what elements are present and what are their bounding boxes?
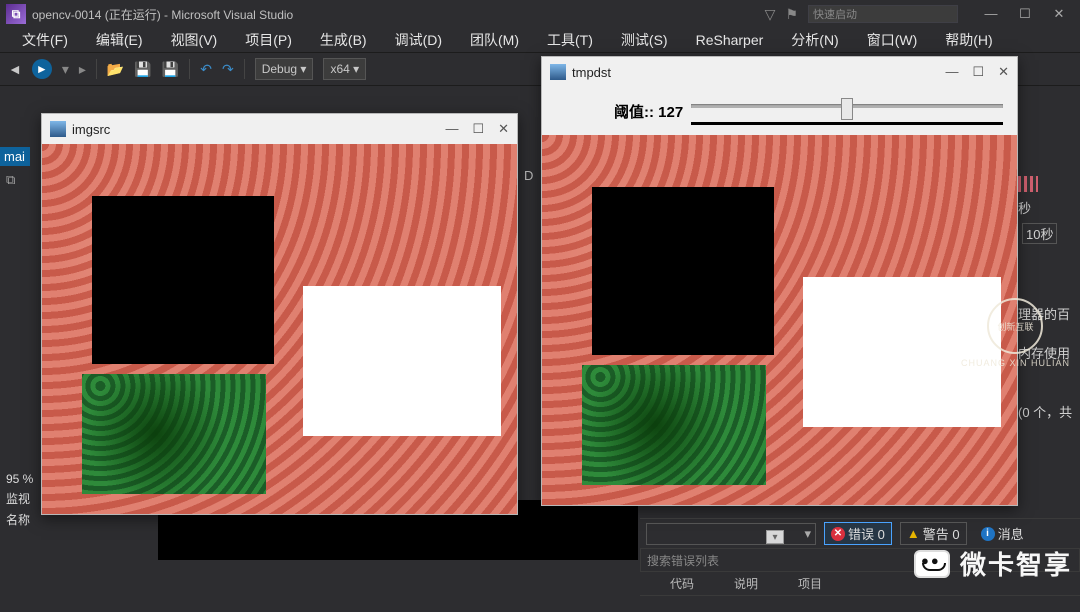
dropdown-caret-icon[interactable]: ▾	[62, 61, 69, 78]
errors-filter-toggle[interactable]: ✕ 错误 0	[824, 522, 892, 545]
watermark-stamp-icon: 创新互联	[987, 298, 1043, 354]
menu-resharper[interactable]: ReSharper	[682, 32, 778, 48]
menu-file[interactable]: 文件(F)	[8, 30, 82, 50]
menu-tools[interactable]: 工具(T)	[533, 30, 607, 50]
notifications-icon[interactable]: ▽	[765, 6, 776, 23]
col-project[interactable]: 项目	[798, 575, 822, 592]
menu-help[interactable]: 帮助(H)	[931, 30, 1006, 50]
solution-config-dropdown[interactable]: Debug ▾	[255, 58, 314, 80]
imgsrc-titlebar[interactable]: imgsrc — ☐ ✕	[42, 114, 517, 144]
zoom-percent: 95 %	[6, 472, 33, 486]
feedback-icon[interactable]: ⚑	[785, 6, 798, 23]
wechat-bubble-icon	[914, 550, 950, 578]
tmpdst-minimize-button[interactable]: —	[945, 64, 958, 80]
history-caret-icon[interactable]: ▸	[79, 61, 86, 78]
window-title: opencv-0014 (正在运行) - Microsoft Visual St…	[32, 6, 293, 23]
watch-col-name: 名称	[6, 511, 33, 528]
undo-icon[interactable]: ↶	[200, 61, 212, 78]
menu-build[interactable]: 生成(B)	[306, 30, 381, 50]
tmpdst-green-rectangle	[582, 365, 766, 485]
separator	[96, 59, 97, 79]
minimize-button[interactable]: —	[976, 6, 1006, 22]
watermark-main-text: 微卡智享	[960, 545, 1072, 582]
error-list-toolbar: ✕ 错误 0 ▲ 警告 0 i 消息	[640, 518, 1080, 548]
solution-platform-dropdown[interactable]: x64 ▾	[323, 58, 366, 80]
window-app-icon	[550, 64, 566, 80]
imgsrc-image-area	[42, 144, 517, 514]
threshold-slider-row: 阈值:: 127	[542, 87, 1017, 135]
imgsrc-title: imgsrc	[72, 122, 110, 137]
window-controls: — ☐ ✕	[976, 6, 1074, 22]
tmpdst-image-area	[542, 135, 1017, 505]
slider-thumb[interactable]	[841, 98, 853, 120]
window-app-icon	[50, 121, 66, 137]
separator	[244, 59, 245, 79]
warnings-filter-toggle[interactable]: ▲ 警告 0	[900, 522, 967, 545]
errors-count-label: 错误 0	[848, 524, 885, 543]
open-folder-icon[interactable]: 📂	[107, 61, 124, 78]
bottom-left-labels: 95 % 监视 名称	[6, 472, 33, 532]
diag-seconds-label: 秒	[1018, 198, 1080, 217]
close-button[interactable]: ✕	[1044, 6, 1074, 22]
imgsrc-black-rectangle	[92, 196, 274, 364]
title-bar: ⧉ opencv-0014 (正在运行) - Microsoft Visual …	[0, 0, 1080, 28]
slider-baseline	[691, 122, 1003, 125]
redo-icon[interactable]: ↷	[222, 61, 234, 78]
tmpdst-maximize-button[interactable]: ☐	[972, 64, 984, 80]
watch-panel-title[interactable]: 监视	[6, 490, 33, 507]
watermark-secondary: 创新互联 CHUANG XIN HULIAN	[961, 298, 1070, 368]
menu-view[interactable]: 视图(V)	[157, 30, 232, 50]
warnings-count-label: 警告 0	[923, 524, 960, 543]
tmpdst-titlebar[interactable]: tmpdst — ☐ ✕	[542, 57, 1017, 87]
col-code[interactable]: 代码	[670, 575, 694, 592]
separator	[189, 59, 190, 79]
imgsrc-minimize-button[interactable]: —	[445, 121, 458, 137]
quick-launch-input[interactable]: 快速启动	[808, 5, 958, 23]
tmpdst-title: tmpdst	[572, 65, 611, 80]
menu-team[interactable]: 团队(M)	[456, 30, 533, 50]
pinned-tab-icon[interactable]: ⧉	[6, 172, 15, 188]
imgsrc-window: imgsrc — ☐ ✕	[41, 113, 518, 515]
messages-label: 消息	[998, 524, 1024, 543]
error-icon: ✕	[831, 527, 845, 541]
tmpdst-close-button[interactable]: ✕	[998, 64, 1009, 80]
visual-studio-logo-icon: ⧉	[6, 4, 26, 24]
document-tab-main[interactable]: mai	[0, 147, 30, 166]
menu-project[interactable]: 项目(P)	[231, 30, 306, 50]
titlebar-right: ▽ ⚑ 快速启动 — ☐ ✕	[765, 0, 1074, 28]
watermark-secondary-text: CHUANG XIN HULIAN	[961, 358, 1070, 368]
watermark-main: 微卡智享	[914, 545, 1072, 582]
save-icon[interactable]: 💾	[134, 61, 151, 78]
scroll-corner-icon[interactable]: ▾	[766, 530, 784, 544]
threshold-label: 阈值:: 127	[614, 101, 683, 122]
threshold-value: 127	[658, 104, 683, 121]
menu-debug[interactable]: 调试(D)	[381, 30, 456, 50]
imgsrc-close-button[interactable]: ✕	[498, 121, 509, 137]
error-filter-dropdown[interactable]	[646, 523, 816, 545]
info-icon: i	[981, 527, 995, 541]
imgsrc-maximize-button[interactable]: ☐	[472, 121, 484, 137]
warning-icon: ▲	[907, 526, 920, 541]
diag-count-label: (0 个，共	[1018, 402, 1080, 421]
tmpdst-black-rectangle	[592, 187, 774, 355]
menu-bar: 文件(F) 编辑(E) 视图(V) 项目(P) 生成(B) 调试(D) 团队(M…	[0, 28, 1080, 52]
menu-analyze[interactable]: 分析(N)	[777, 30, 852, 50]
messages-filter-toggle[interactable]: i 消息	[975, 523, 1030, 544]
nav-forward-icon[interactable]: ►	[32, 59, 52, 79]
imgsrc-green-rectangle	[82, 374, 266, 494]
obscured-text: D	[524, 168, 533, 183]
menu-edit[interactable]: 编辑(E)	[82, 30, 157, 50]
threshold-trackbar[interactable]	[691, 98, 1003, 124]
save-all-icon[interactable]: 💾	[162, 61, 179, 78]
maximize-button[interactable]: ☐	[1010, 6, 1040, 22]
menu-window[interactable]: 窗口(W)	[853, 30, 932, 50]
col-description[interactable]: 说明	[734, 575, 758, 592]
menu-test[interactable]: 测试(S)	[607, 30, 682, 50]
tmpdst-window: tmpdst — ☐ ✕ 阈值:: 127	[541, 56, 1018, 506]
nav-back-icon[interactable]: ◄	[8, 61, 22, 77]
diag-time-window[interactable]: 10秒	[1022, 223, 1057, 244]
imgsrc-white-rectangle	[303, 286, 501, 436]
mini-chart-icon[interactable]	[1018, 176, 1038, 192]
